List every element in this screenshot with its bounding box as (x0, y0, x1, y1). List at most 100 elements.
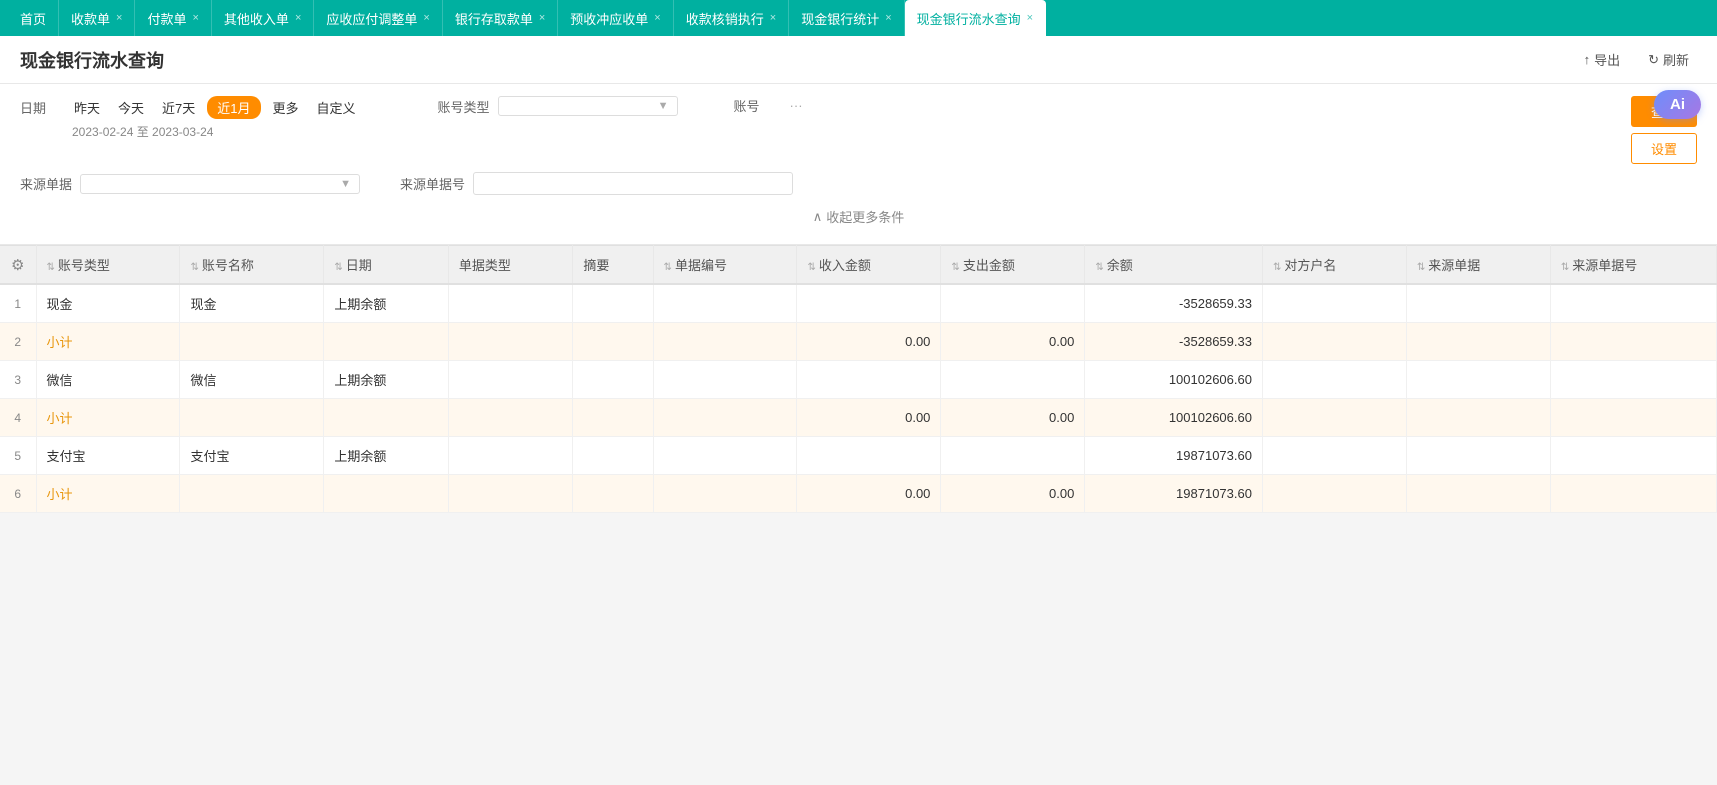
account-type-select[interactable]: ▼ (498, 96, 678, 116)
nav-prepay-offset[interactable]: 预收冲应收单 × (558, 0, 673, 36)
cell-balance: 19871073.60 (1085, 475, 1263, 513)
cell-date: 上期余额 (324, 361, 449, 399)
source-doc-num-label: 来源单据号 (400, 174, 465, 193)
cell-expense: 0.00 (941, 399, 1085, 437)
cell-date (324, 399, 449, 437)
shortcut-yesterday[interactable]: 昨天 (68, 96, 106, 119)
data-table: ⚙ ⇅账号类型 ⇅账号名称 ⇅日期 单据类型 摘要 ⇅单据编号 ⇅收入金额 ⇅支… (0, 245, 1717, 513)
account-dots-icon[interactable]: ··· (790, 98, 803, 113)
nav-receipt-close[interactable]: × (116, 12, 122, 24)
table-body: 1现金现金上期余额-3528659.332小计0.000.00-3528659.… (0, 284, 1717, 513)
nav-adjustment-close[interactable]: × (423, 12, 429, 24)
cell-expense: 0.00 (941, 323, 1085, 361)
account-label: 账号 (734, 96, 774, 115)
cell-expense (941, 284, 1085, 323)
th-date: ⇅日期 (324, 246, 449, 285)
cell-date: 上期余额 (324, 437, 449, 475)
nav-bank-stats-label: 现金银行统计 (801, 9, 879, 28)
cell-balance: 100102606.60 (1085, 361, 1263, 399)
table-container: ⚙ ⇅账号类型 ⇅账号名称 ⇅日期 单据类型 摘要 ⇅单据编号 ⇅收入金额 ⇅支… (0, 245, 1717, 513)
cell-account-type: 小计 (36, 323, 180, 361)
table-row: 3微信微信上期余额100102606.60 (0, 361, 1717, 399)
cell-doc-type (448, 361, 573, 399)
th-source-doc-num: ⇅来源单据号 (1550, 246, 1716, 285)
shortcut-1month[interactable]: 近1月 (207, 96, 260, 119)
nav-bank-stats[interactable]: 现金银行统计 × (789, 0, 904, 36)
cell-account-name (180, 399, 324, 437)
table-row: 5支付宝支付宝上期余额19871073.60 (0, 437, 1717, 475)
nav-home[interactable]: 首页 (8, 0, 59, 36)
th-account-type: ⇅账号类型 (36, 246, 180, 285)
cell-balance: 100102606.60 (1085, 399, 1263, 437)
nav-prepay-offset-label: 预收冲应收单 (570, 9, 648, 28)
cell-doc-type (448, 475, 573, 513)
source-doc-num-input[interactable] (473, 172, 793, 195)
cell-source-doc (1406, 437, 1550, 475)
cell-account-name: 现金 (180, 284, 324, 323)
nav-bank-deposit-close[interactable]: × (539, 12, 545, 24)
nav-other-income-label: 其他收入单 (224, 9, 289, 28)
shortcut-more[interactable]: 更多 (267, 96, 305, 119)
cell-doc-num (653, 323, 797, 361)
nav-bank-deposit[interactable]: 银行存取款单 × (443, 0, 558, 36)
nav-payment[interactable]: 付款单 × (135, 0, 211, 36)
cell-doc-num (653, 361, 797, 399)
cell-row-num: 3 (0, 361, 36, 399)
cell-source-doc-num (1550, 323, 1716, 361)
nav-other-income[interactable]: 其他收入单 × (212, 0, 314, 36)
source-doc-select[interactable]: ▼ (80, 174, 360, 194)
nav-bank-stats-close[interactable]: × (885, 12, 891, 24)
nav-bank-flow-close[interactable]: × (1027, 12, 1033, 24)
cell-doc-type (448, 437, 573, 475)
th-income: ⇅收入金额 (797, 246, 941, 285)
cell-source-doc-num (1550, 437, 1716, 475)
cell-doc-type (448, 399, 573, 437)
date-filter-label: 日期 (20, 98, 60, 117)
account-type-label: 账号类型 (438, 97, 490, 116)
cell-account-type: 微信 (36, 361, 180, 399)
export-button[interactable]: ↑ 导出 (1576, 46, 1629, 73)
cell-counterpart (1262, 437, 1406, 475)
cell-doc-type (448, 323, 573, 361)
cell-source-doc-num (1550, 361, 1716, 399)
cell-doc-num (653, 399, 797, 437)
refresh-button[interactable]: ↻ 刷新 (1640, 46, 1697, 73)
cell-balance: -3528659.33 (1085, 284, 1263, 323)
th-source-doc: ⇅来源单据 (1406, 246, 1550, 285)
settings-button[interactable]: 设置 (1631, 133, 1697, 164)
th-balance: ⇅余额 (1085, 246, 1263, 285)
cell-income (797, 437, 941, 475)
ai-badge[interactable]: Ai (1654, 90, 1701, 119)
source-doc-num-field: 来源单据号 (400, 172, 793, 195)
cell-doc-type (448, 284, 573, 323)
shortcut-today[interactable]: 今天 (112, 96, 150, 119)
nav-receipt-exec-close[interactable]: × (770, 12, 776, 24)
cell-summary (573, 437, 653, 475)
cell-expense: 0.00 (941, 475, 1085, 513)
export-label: 导出 (1594, 50, 1620, 69)
shortcut-7days[interactable]: 近7天 (156, 96, 201, 119)
page-title: 现金银行流水查询 (20, 47, 164, 73)
th-expense: ⇅支出金额 (941, 246, 1085, 285)
cell-date (324, 323, 449, 361)
nav-adjustment[interactable]: 应收应付调整单 × (314, 0, 442, 36)
nav-other-income-close[interactable]: × (295, 12, 301, 24)
nav-receipt[interactable]: 收款单 × (59, 0, 135, 36)
cell-summary (573, 323, 653, 361)
nav-payment-label: 付款单 (147, 9, 186, 28)
nav-payment-close[interactable]: × (192, 12, 198, 24)
cell-doc-num (653, 475, 797, 513)
nav-bank-flow[interactable]: 现金银行流水查询 × (905, 0, 1046, 36)
cell-row-num: 4 (0, 399, 36, 437)
collapse-button[interactable]: ∧ 收起更多条件 (813, 201, 905, 232)
cell-date: 上期余额 (324, 284, 449, 323)
th-counterpart: ⇅对方户名 (1262, 246, 1406, 285)
cell-account-name (180, 475, 324, 513)
th-settings: ⚙ (0, 246, 36, 285)
shortcut-custom[interactable]: 自定义 (311, 96, 362, 119)
nav-prepay-offset-close[interactable]: × (654, 12, 660, 24)
cell-account-type: 小计 (36, 399, 180, 437)
column-settings-icon[interactable]: ⚙ (11, 257, 24, 274)
nav-receipt-exec[interactable]: 收款核销执行 × (674, 0, 789, 36)
cell-account-type: 现金 (36, 284, 180, 323)
